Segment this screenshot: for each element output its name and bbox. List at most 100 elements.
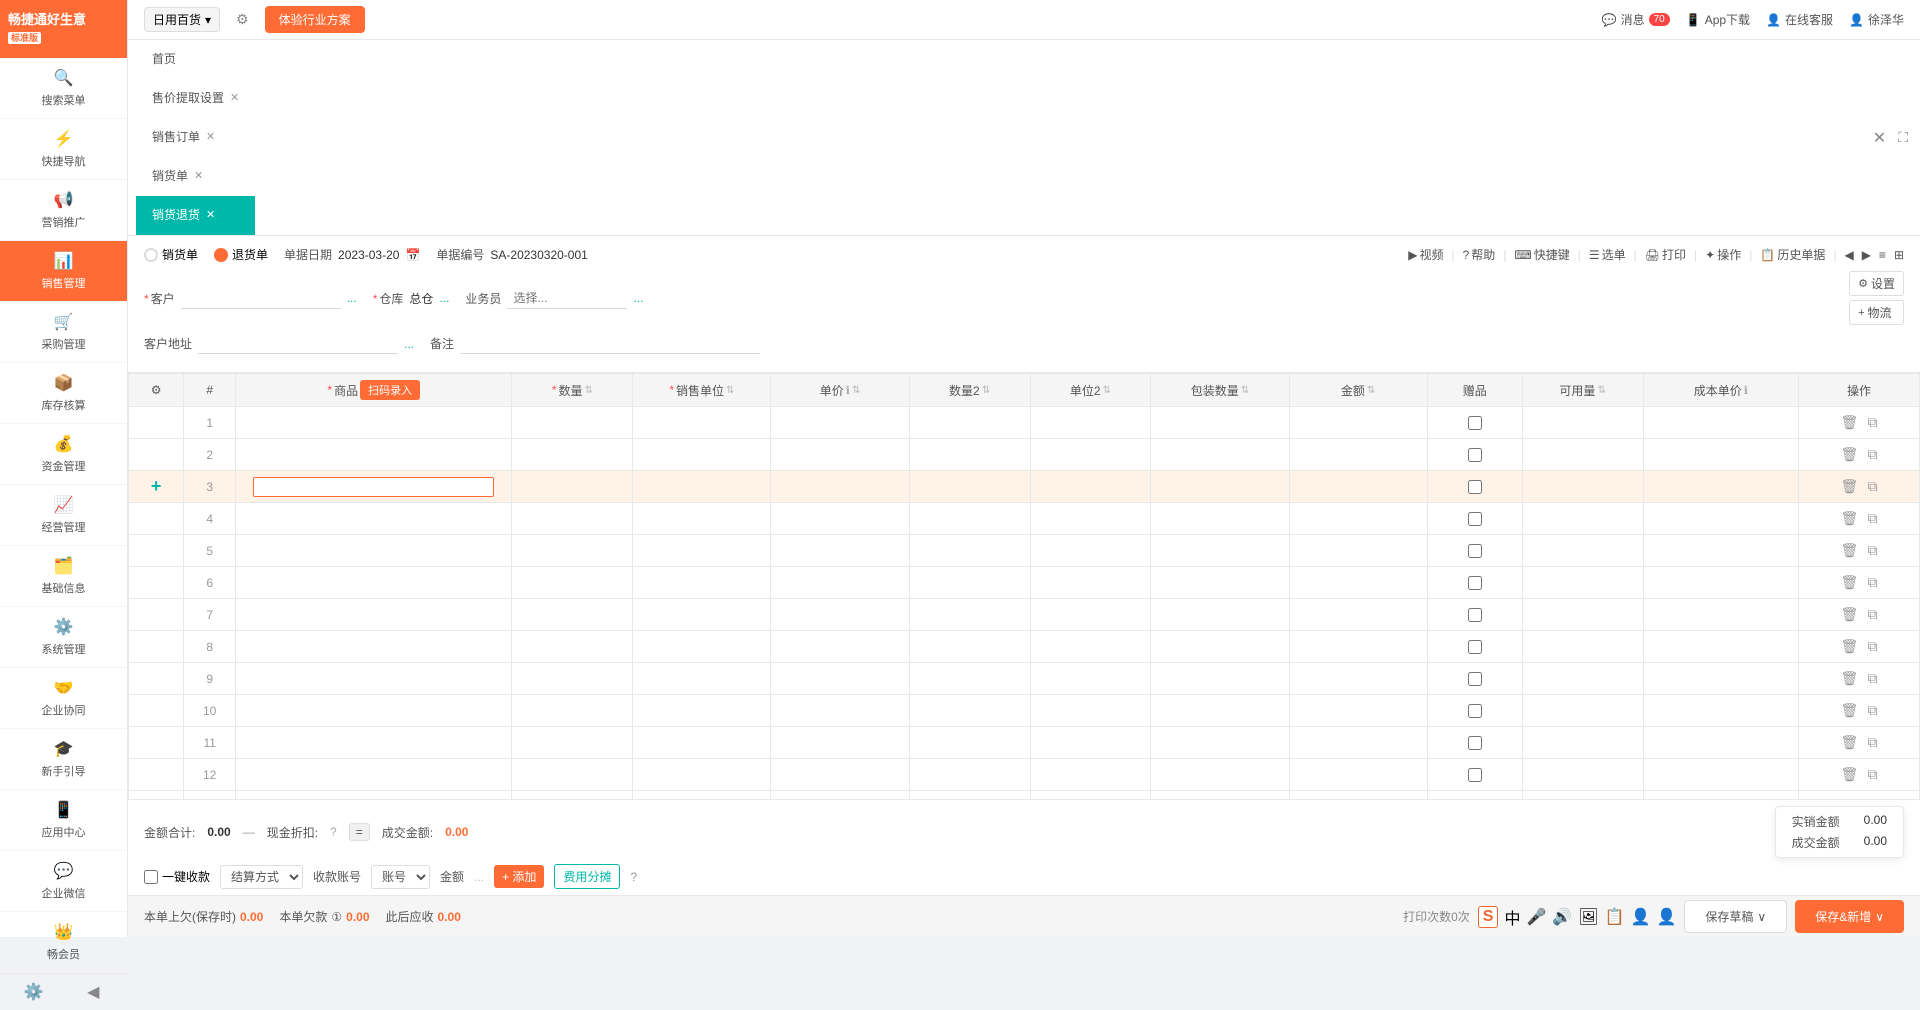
delete-row-7-btn[interactable]: 🗑 [1837,606,1861,623]
row-product-2[interactable] [236,439,512,471]
next-doc-btn[interactable]: ▶ [1862,248,1871,262]
row-amount-5[interactable] [1289,535,1427,567]
row-cost-13[interactable] [1643,791,1798,800]
sidebar-item-enterprise[interactable]: 🤝企业协同 [0,668,127,729]
row-price-1[interactable] [771,407,909,439]
copy-row-3-btn[interactable]: ⧉ [1865,478,1881,495]
row-product-9[interactable] [236,663,512,695]
account-select[interactable]: 账号 [371,865,430,889]
copy-row-8-btn[interactable]: ⧉ [1865,638,1881,655]
zh-icon[interactable]: 中 [1504,905,1520,929]
topbar-gear-icon[interactable]: ⚙ [236,11,249,28]
person2-icon[interactable]: 👤 [1656,907,1676,927]
row-amount-11[interactable] [1289,727,1427,759]
row-avail-3[interactable] [1522,471,1643,503]
row-qty-5[interactable] [512,535,633,567]
gift-checkbox-5[interactable] [1468,544,1482,558]
remark-input[interactable] [460,333,760,354]
row-qty2-1[interactable] [909,407,1030,439]
save-new-btn[interactable]: 保存&新增 ∨ [1795,900,1904,933]
sidebar-settings-btn[interactable]: ⚙️ [8,982,60,1002]
address-dots[interactable]: ... [404,337,414,351]
doc-type-sale-radio[interactable]: 销货单 [144,246,198,263]
row-qty-7[interactable] [512,599,633,631]
row-qty-12[interactable] [512,759,633,791]
sidebar-collapse-btn[interactable]: ◀ [68,982,120,1002]
row-unit-11[interactable] [633,727,771,759]
row-amount-13[interactable] [1289,791,1427,800]
date-value[interactable]: 2023-03-20 [338,248,399,262]
delete-row-4-btn[interactable]: 🗑 [1837,510,1861,527]
tab-home[interactable]: 首页 [136,40,255,79]
row-gift-8[interactable] [1427,631,1522,663]
row-unit2-4[interactable] [1030,503,1151,535]
gift-checkbox-3[interactable] [1468,480,1482,494]
row-qty-1[interactable] [512,407,633,439]
gift-checkbox-8[interactable] [1468,640,1482,654]
equals-btn[interactable]: = [349,823,370,841]
row-unit2-11[interactable] [1030,727,1151,759]
help-btn[interactable]: ? 帮助 [1463,246,1496,263]
row-unit-4[interactable] [633,503,771,535]
row-gift-4[interactable] [1427,503,1522,535]
row-pkg-4[interactable] [1151,503,1289,535]
sound-icon[interactable]: 🔊 [1552,907,1572,927]
sidebar-item-sales[interactable]: 📊销售管理 [0,241,127,302]
logistics-btn[interactable]: + 物流 [1849,300,1904,325]
row-price-11[interactable] [771,727,909,759]
delete-row-3-btn[interactable]: 🗑 [1837,478,1861,495]
row-qty-6[interactable] [512,567,633,599]
row-unit2-6[interactable] [1030,567,1151,599]
amount-dots[interactable]: ... [474,870,484,884]
unit-sort-icon[interactable]: ⇅ [726,385,734,396]
product-input-3[interactable] [253,477,494,497]
copy-row-1-btn[interactable]: ⧉ [1865,414,1881,431]
row-pkg-3[interactable] [1151,471,1289,503]
customer-dots[interactable]: ... [347,291,357,305]
tab-close-sales-delivery[interactable]: ✕ [194,169,203,182]
row-qty2-7[interactable] [909,599,1030,631]
select-order-btn[interactable]: ☰ 选单 [1589,246,1626,263]
row-price-13[interactable] [771,791,909,800]
row-cost-8[interactable] [1643,631,1798,663]
one-click-payment-checkbox[interactable]: 一键收款 [144,868,210,885]
doc-type-return-radio[interactable]: 退货单 [214,246,268,263]
sidebar-item-ops[interactable]: 📈经营管理 [0,485,127,546]
gift-checkbox-1[interactable] [1468,416,1482,430]
sidebar-item-shortcut[interactable]: ⚡快捷导航 [0,119,127,180]
gift-checkbox-9[interactable] [1468,672,1482,686]
fee-split-btn[interactable]: 费用分摊 [554,864,620,889]
row-unit2-1[interactable] [1030,407,1151,439]
row-unit-5[interactable] [633,535,771,567]
tab-close-sales-order[interactable]: ✕ [206,130,215,143]
user-profile-btn[interactable]: 👤 徐泽华 [1849,11,1904,28]
row-unit-8[interactable] [633,631,771,663]
row-price-4[interactable] [771,503,909,535]
row-amount-1[interactable] [1289,407,1427,439]
delete-row-9-btn[interactable]: 🗑 [1837,670,1861,687]
row-price-2[interactable] [771,439,909,471]
row-qty-2[interactable] [512,439,633,471]
delete-row-6-btn[interactable]: 🗑 [1837,574,1861,591]
row-product-6[interactable] [236,567,512,599]
row-amount-12[interactable] [1289,759,1427,791]
row-qty2-5[interactable] [909,535,1030,567]
tab-close-sales-return[interactable]: ✕ [206,208,215,221]
row-avail-4[interactable] [1522,503,1643,535]
row-product-3[interactable] [236,471,512,503]
row-gift-3[interactable] [1427,471,1522,503]
app-download-btn[interactable]: 📱 App下载 [1686,11,1750,28]
sidebar-item-newbie[interactable]: 🎓新手引导 [0,729,127,790]
sidebar-item-purchase[interactable]: 🛒采购管理 [0,302,127,363]
row-pkg-7[interactable] [1151,599,1289,631]
prev-doc-btn[interactable]: ◀ [1844,248,1853,262]
pkg-sort-icon[interactable]: ⇅ [1241,385,1249,396]
row-amount-9[interactable] [1289,663,1427,695]
gift-checkbox-2[interactable] [1468,448,1482,462]
sidebar-item-search[interactable]: 🔍搜索菜单 [0,58,127,119]
row-unit2-12[interactable] [1030,759,1151,791]
row-qty2-3[interactable] [909,471,1030,503]
row-qty-11[interactable] [512,727,633,759]
row-qty2-6[interactable] [909,567,1030,599]
gift-checkbox-10[interactable] [1468,704,1482,718]
